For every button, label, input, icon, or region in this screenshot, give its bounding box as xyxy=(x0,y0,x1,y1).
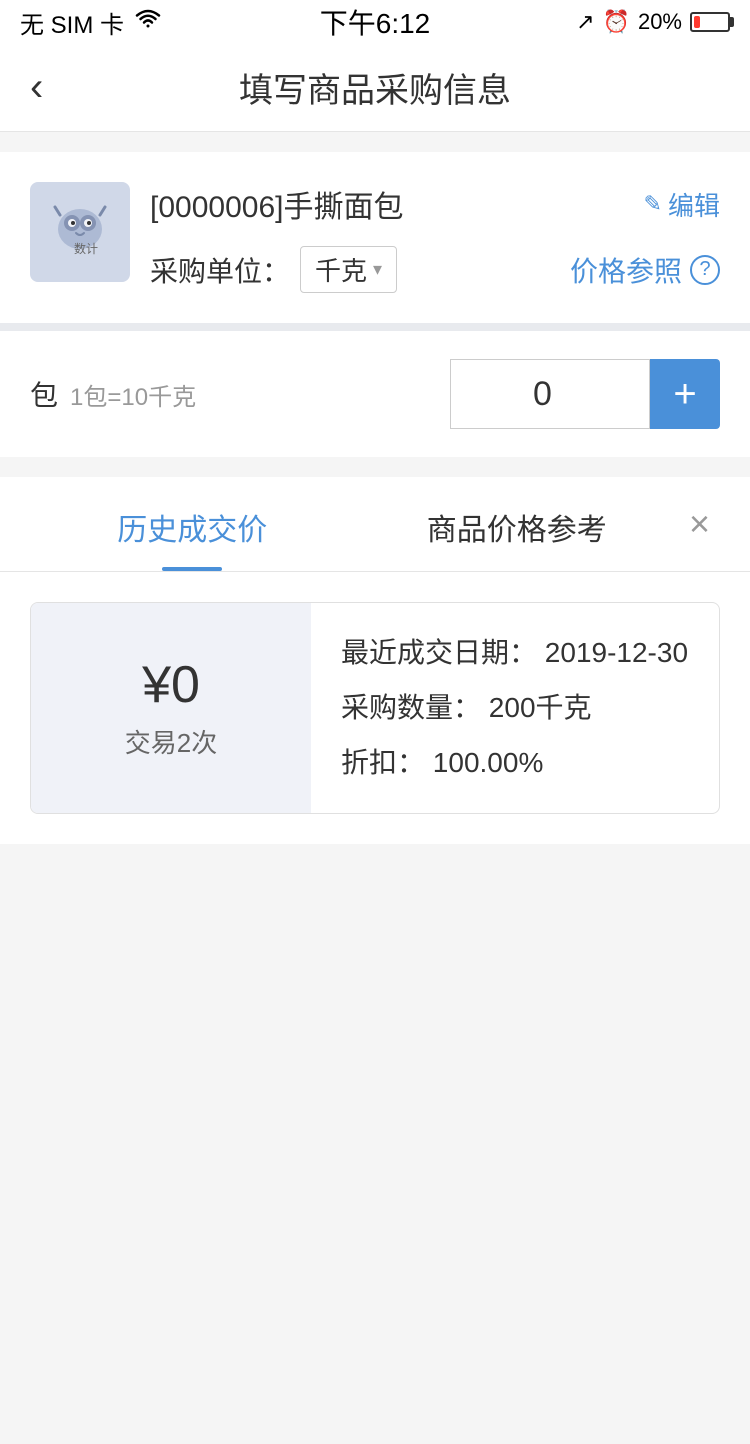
history-qty-label: 采购数量： xyxy=(341,692,481,723)
product-header: [0000006]手撕面包 ✎ 编辑 xyxy=(150,182,720,226)
help-icon: ? xyxy=(690,255,720,285)
status-left: 无 SIM 卡 xyxy=(20,5,162,40)
chevron-down-icon: ▾ xyxy=(373,259,382,280)
history-date-row: 最近成交日期： 2019-12-30 xyxy=(341,633,689,672)
unit-label: 采购单位： 千克 ▾ xyxy=(150,246,397,293)
status-right: ↗ ⏰ 20% xyxy=(576,9,730,35)
tab-history-price[interactable]: 历史成交价 xyxy=(30,477,354,571)
history-details-section: 最近成交日期： 2019-12-30 采购数量： 200千克 折扣： 100.0… xyxy=(311,603,719,813)
product-info: [0000006]手撕面包 ✎ 编辑 采购单位： 千克 ▾ 价格参照 ? xyxy=(150,182,720,293)
status-time: 下午6:12 xyxy=(320,8,431,39)
edit-button[interactable]: ✎ 编辑 xyxy=(644,186,720,223)
svg-text:数计: 数计 xyxy=(74,241,98,256)
product-unit-row: 采购单位： 千克 ▾ 价格参照 ? xyxy=(150,246,720,293)
unit-badge: 包 xyxy=(30,374,58,414)
price-reference-button[interactable]: 价格参照 ? xyxy=(570,250,720,290)
tab-price-reference[interactable]: 商品价格参考 xyxy=(354,477,678,571)
history-price-section: ¥0 交易2次 xyxy=(31,603,311,813)
carrier-label: 无 SIM 卡 xyxy=(20,5,124,40)
edit-icon: ✎ xyxy=(644,191,662,217)
history-qty-value: 200千克 xyxy=(489,692,592,723)
product-card: 数计 [0000006]手撕面包 ✎ 编辑 采购单位： 千克 ▾ 价格参照 xyxy=(0,152,750,323)
tabs-section: 历史成交价 商品价格参考 × ¥0 交易2次 最近成交日期： 2019-12-3… xyxy=(0,477,750,844)
quantity-control: + xyxy=(450,359,720,429)
location-icon: ↗ xyxy=(576,9,594,35)
nav-bar: ‹ 填写商品采购信息 xyxy=(0,44,750,132)
product-thumbnail-icon: 数计 xyxy=(50,197,110,267)
unit-equiv: 1包=10千克 xyxy=(70,377,196,412)
history-date-value: 2019-12-30 xyxy=(545,637,688,668)
history-discount-label: 折扣： xyxy=(341,747,425,778)
history-qty-row: 采购数量： 200千克 xyxy=(341,688,689,727)
battery-fill xyxy=(694,16,700,28)
close-button[interactable]: × xyxy=(679,493,720,555)
back-button[interactable]: ‹ xyxy=(20,55,53,120)
status-bar: 无 SIM 卡 下午6:12 ↗ ⏰ 20% xyxy=(0,0,750,44)
history-discount-row: 折扣： 100.00% xyxy=(341,743,689,782)
unit-select-dropdown[interactable]: 千克 ▾ xyxy=(300,246,397,293)
history-date-label: 最近成交日期： xyxy=(341,637,537,668)
wifi-icon xyxy=(134,8,162,37)
quantity-input[interactable] xyxy=(450,359,650,429)
alarm-icon: ⏰ xyxy=(603,9,630,35)
history-discount-value: 100.00% xyxy=(433,747,544,778)
history-trades-count: 交易2次 xyxy=(125,723,217,760)
quantity-row: 包 1包=10千克 + xyxy=(0,331,750,457)
history-card: ¥0 交易2次 最近成交日期： 2019-12-30 采购数量： 200千克 折… xyxy=(30,602,720,814)
unit-info: 包 1包=10千克 xyxy=(30,374,196,414)
product-name: [0000006]手撕面包 xyxy=(150,182,403,226)
history-content: ¥0 交易2次 最近成交日期： 2019-12-30 采购数量： 200千克 折… xyxy=(0,572,750,844)
product-image: 数计 xyxy=(30,182,130,282)
quantity-plus-button[interactable]: + xyxy=(650,359,720,429)
page-footer xyxy=(0,844,750,1444)
tabs-header: 历史成交价 商品价格参考 × xyxy=(0,477,750,572)
tab-active-indicator xyxy=(162,567,222,571)
battery-percent: 20% xyxy=(638,9,682,35)
page-title: 填写商品采购信息 xyxy=(239,63,511,112)
battery-icon xyxy=(690,12,730,32)
history-price-value: ¥0 xyxy=(142,655,200,715)
section-separator xyxy=(0,323,750,331)
